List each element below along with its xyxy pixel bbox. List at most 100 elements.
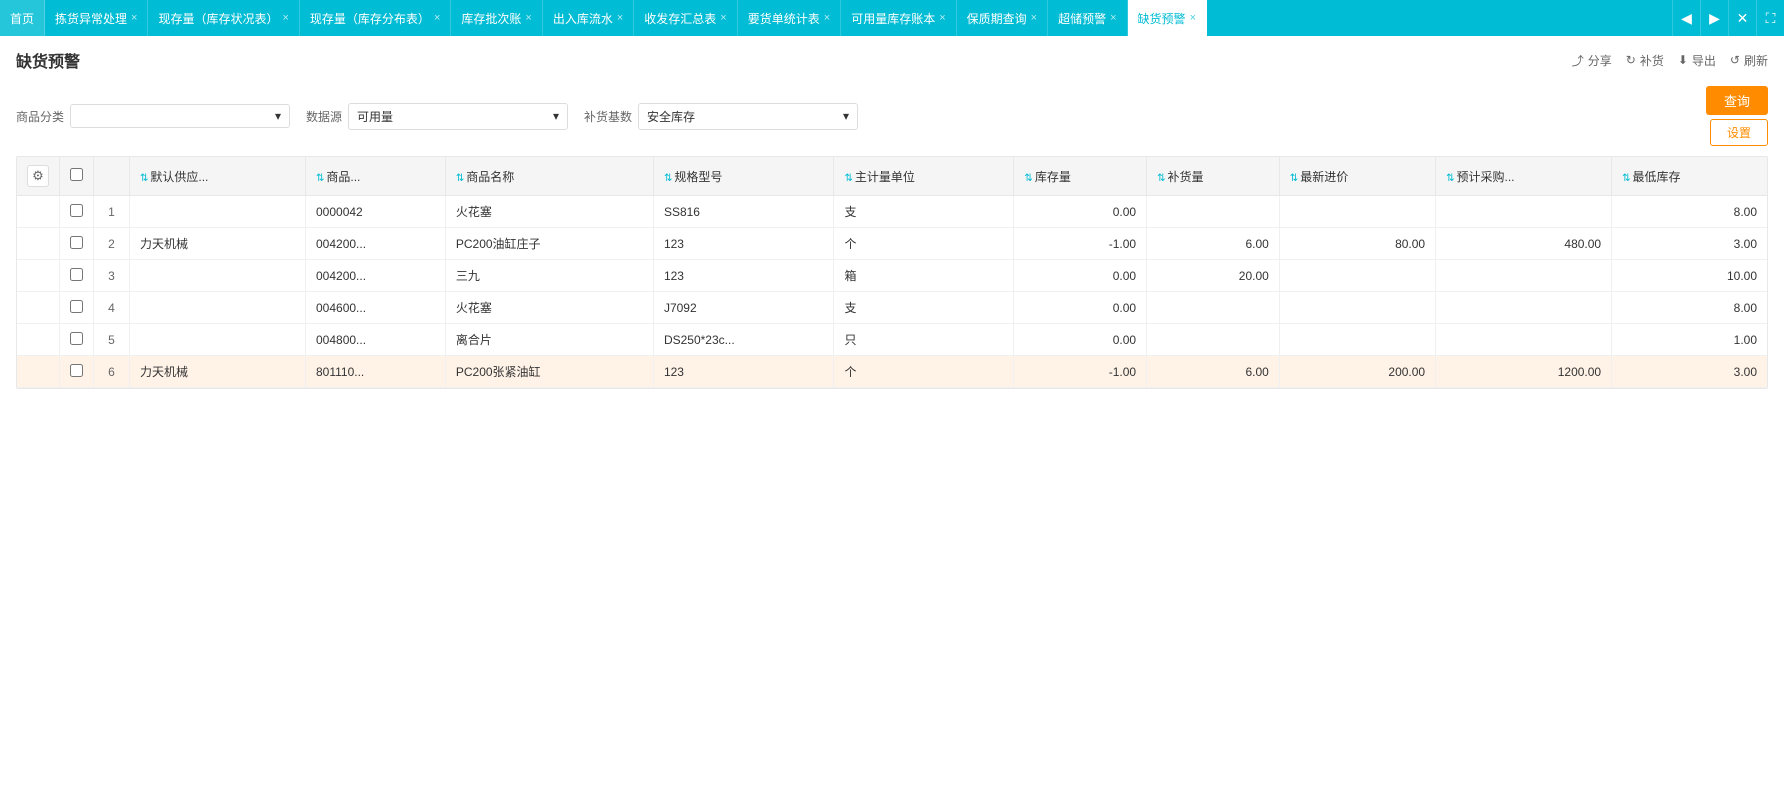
filter-replenish-select[interactable]: 安全库存 ▾ [638, 103, 858, 130]
row-checkbox-3[interactable] [70, 300, 83, 313]
row-num-2: 3 [94, 260, 130, 292]
col-header-est-purchase[interactable]: ⇅预计采购... [1436, 157, 1612, 196]
row-spec-0: SS816 [653, 196, 834, 228]
settings-button[interactable]: 设置 [1710, 119, 1768, 146]
row-unit-4: 只 [834, 324, 1014, 356]
row-checkbox-1[interactable] [70, 236, 83, 249]
header-分享-btn[interactable]: ⤴分享 [1572, 52, 1612, 69]
close-tab-icon-3[interactable]: × [434, 12, 440, 24]
table-row: 3004200...三九123箱0.0020.0010.00 [17, 260, 1767, 292]
row-latest_price-0 [1279, 196, 1435, 228]
row-stock-5: -1.00 [1014, 356, 1147, 388]
nav-controls: ◀ ▶ ✕ ⛶ [1672, 0, 1784, 36]
nav-tab-11[interactable]: 缺货预警× [1128, 0, 1207, 36]
row-min_stock-5: 3.00 [1612, 356, 1767, 388]
filter-datasource-select[interactable]: 可用量 ▾ [348, 103, 568, 130]
row-est_purchase-1: 480.00 [1436, 228, 1612, 260]
close-tab-icon-11[interactable]: × [1190, 12, 1196, 24]
row-checkbox-5[interactable] [70, 364, 83, 377]
col-header-min-stock[interactable]: ⇅最低库存 [1612, 157, 1767, 196]
row-est_purchase-5: 1200.00 [1436, 356, 1612, 388]
share-icon: ⤴ [1572, 52, 1584, 69]
close-tab-icon-5[interactable]: × [617, 12, 623, 24]
nav-prev-btn[interactable]: ◀ [1672, 0, 1700, 36]
row-goods_name-0: 火花塞 [445, 196, 653, 228]
nav-tab-label-9: 保质期查询 [967, 10, 1027, 27]
row-min_stock-0: 8.00 [1612, 196, 1767, 228]
close-tab-icon-7[interactable]: × [824, 12, 830, 24]
gear-settings-btn[interactable]: ⚙ [27, 165, 49, 187]
row-num-4: 5 [94, 324, 130, 356]
nav-close-btn[interactable]: ✕ [1728, 0, 1756, 36]
nav-fullscreen-btn[interactable]: ⛶ [1756, 0, 1784, 36]
close-tab-icon-6[interactable]: × [720, 12, 726, 24]
header-补货-btn[interactable]: ↻补货 [1626, 52, 1664, 69]
col-header-supplier[interactable]: ⇅默认供应... [130, 157, 306, 196]
row-spec-1: 123 [653, 228, 834, 260]
row-unit-3: 支 [834, 292, 1014, 324]
nav-tab-0[interactable]: 首页 [0, 0, 45, 36]
col-header-replenish[interactable]: ⇅补货量 [1147, 157, 1280, 196]
filter-replenish-group: 补货基数 安全库存 ▾ [584, 103, 858, 130]
row-gear-cell-4 [17, 324, 60, 356]
header-导出-btn[interactable]: ⬇导出 [1678, 52, 1716, 69]
col-header-stock[interactable]: ⇅库存量 [1014, 157, 1147, 196]
nav-tab-9[interactable]: 保质期查询 × [957, 0, 1048, 36]
nav-next-btn[interactable]: ▶ [1700, 0, 1728, 36]
row-checkbox-4[interactable] [70, 332, 83, 345]
nav-tab-6[interactable]: 收发存汇总表× [634, 0, 737, 36]
nav-tab-label-5: 出入库流水 [553, 10, 613, 27]
row-stock-1: -1.00 [1014, 228, 1147, 260]
nav-tab-7[interactable]: 要货单统计表× [738, 0, 841, 36]
col-header-latest-price[interactable]: ⇅最新进价 [1279, 157, 1435, 196]
row-checkbox-2[interactable] [70, 268, 83, 281]
close-tab-icon-2[interactable]: × [282, 12, 288, 24]
nav-tab-2[interactable]: 现存量（库存状况表）× [148, 0, 299, 36]
close-tab-icon-10[interactable]: × [1110, 12, 1116, 24]
filter-replenish-value: 安全库存 [647, 108, 695, 125]
filter-datasource-label: 数据源 [306, 108, 342, 125]
col-header-goods-name[interactable]: ⇅商品名称 [445, 157, 653, 196]
row-replenish-3 [1147, 292, 1280, 324]
nav-tab-1[interactable]: 拣货异常处理 × [45, 0, 148, 36]
page-title: 缺货预警 [16, 48, 80, 72]
nav-tab-10[interactable]: 超储预警× [1048, 0, 1127, 36]
row-checkbox-cell-2 [60, 260, 94, 292]
nav-tab-8[interactable]: 可用量库存账本× [841, 0, 956, 36]
row-latest_price-2 [1279, 260, 1435, 292]
data-table-container: ⚙ ⇅默认供应... ⇅商品... ⇅商品名称 ⇅规格型号 ⇅主计量单位 ⇅库存… [16, 156, 1768, 389]
row-checkbox-0[interactable] [70, 204, 83, 217]
row-supplier-5: 力天机械 [130, 356, 306, 388]
nav-tab-label-1: 拣货异常处理 [55, 10, 127, 27]
export-icon: ⬇ [1678, 53, 1688, 67]
select-all-checkbox[interactable] [70, 168, 83, 181]
col-header-spec[interactable]: ⇅规格型号 [653, 157, 834, 196]
row-goods_code-3: 004600... [306, 292, 446, 324]
col-header-unit[interactable]: ⇅主计量单位 [834, 157, 1014, 196]
col-header-goods-code[interactable]: ⇅商品... [306, 157, 446, 196]
filter-category-select[interactable]: ▾ [70, 104, 290, 128]
query-button[interactable]: 查询 [1706, 86, 1768, 115]
table-row: 6力天机械801110...PC200张紧油缸123个-1.006.00200.… [17, 356, 1767, 388]
row-gear-cell-0 [17, 196, 60, 228]
row-goods_name-3: 火花塞 [445, 292, 653, 324]
close-tab-icon-4[interactable]: × [525, 12, 531, 24]
close-tab-icon-8[interactable]: × [939, 12, 945, 24]
close-tab-icon-1[interactable]: × [131, 12, 137, 24]
row-goods_code-5: 801110... [306, 356, 446, 388]
row-min_stock-2: 10.00 [1612, 260, 1767, 292]
close-tab-icon-9[interactable]: × [1031, 12, 1037, 24]
col-header-checkbox [60, 157, 94, 196]
nav-tab-3[interactable]: 现存量（库存分布表）× [300, 0, 451, 36]
col-label-replenish: 补货量 [1168, 170, 1204, 184]
row-est_purchase-0 [1436, 196, 1612, 228]
row-unit-5: 个 [834, 356, 1014, 388]
header-actions: ⤴分享 ↻补货 ⬇导出 ↺刷新 [1572, 52, 1768, 69]
col-label-goods-name: 商品名称 [466, 170, 514, 184]
header-刷新-btn[interactable]: ↺刷新 [1730, 52, 1768, 69]
nav-tab-4[interactable]: 库存批次账× [451, 0, 542, 36]
table-body: 10000042火花塞SS816支0.008.002力天机械004200...P… [17, 196, 1767, 388]
nav-tab-5[interactable]: 出入库流水 × [543, 0, 634, 36]
col-header-gear[interactable]: ⚙ [17, 157, 60, 196]
chevron-down-icon: ▾ [275, 109, 281, 123]
